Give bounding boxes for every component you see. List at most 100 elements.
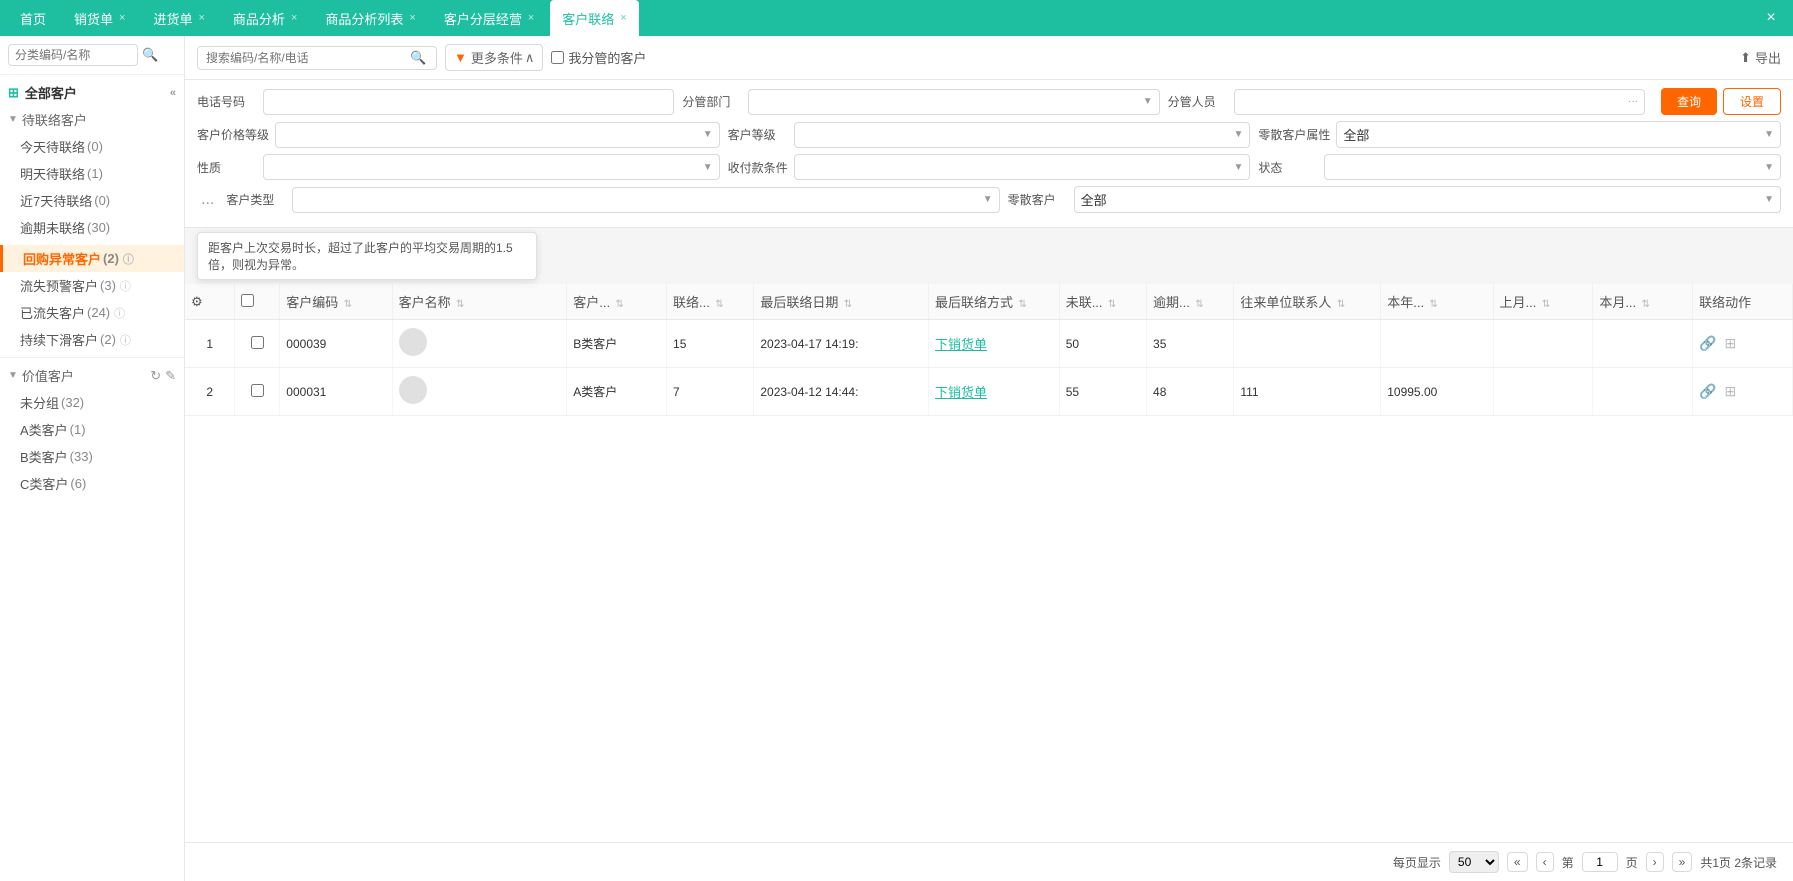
price-level-select[interactable]: ▼ xyxy=(275,122,720,148)
sidebar-search-input[interactable] xyxy=(8,44,138,66)
sidebar-item-declining[interactable]: 持续下滑客户(2) ⓘ xyxy=(0,326,184,353)
dept-select[interactable]: ▼ xyxy=(748,89,1159,115)
close-product-analysis-icon[interactable]: × xyxy=(291,12,297,24)
row-1-method-link[interactable]: 下销货单 xyxy=(935,337,987,352)
nav-customer-contact[interactable]: 客户联络 × xyxy=(550,0,638,36)
sort-date-icon[interactable]: ⇅ xyxy=(844,299,852,310)
search-input[interactable] xyxy=(206,51,406,65)
retail-attr-arrow-icon: ▼ xyxy=(1764,129,1774,140)
sort-this-month-icon[interactable]: ⇅ xyxy=(1642,299,1650,310)
nav-product-analysis[interactable]: 商品分析 × xyxy=(221,0,309,36)
sidebar-item-today[interactable]: 今天待联络(0) xyxy=(0,133,184,160)
sidebar-item-7days[interactable]: 近7天待联络(0) xyxy=(0,187,184,214)
page-input[interactable] xyxy=(1582,852,1618,872)
retail-customer-arrow-icon: ▼ xyxy=(1764,194,1774,205)
edit-icon[interactable]: ✎ xyxy=(165,368,176,384)
customer-type-select[interactable]: ▼ xyxy=(292,187,999,213)
sidebar-item-churned[interactable]: 已流失客户(24) ⓘ xyxy=(0,299,184,326)
payment-select[interactable]: ▼ xyxy=(794,154,1251,180)
row-2-method[interactable]: 下销货单 xyxy=(929,368,1060,416)
sidebar-item-overdue-contact[interactable]: 逾期未联络(30) xyxy=(0,214,184,241)
row-2-checkbox[interactable] xyxy=(251,384,264,397)
nav-purchase[interactable]: 进货单 × xyxy=(141,0,216,36)
per-page-select[interactable]: 50 100 200 xyxy=(1449,851,1499,873)
sort-last-month-icon[interactable]: ⇅ xyxy=(1542,299,1550,310)
filter-person: 分管人员 ··· xyxy=(1168,89,1645,115)
sidebar-item-class-a[interactable]: A类客户(1) xyxy=(0,416,184,443)
sort-code-icon[interactable]: ⇅ xyxy=(344,299,352,310)
row-2-method-link[interactable]: 下销货单 xyxy=(935,385,987,400)
nav-customer-tier[interactable]: 客户分层经营 × xyxy=(432,0,546,36)
price-level-arrow-icon: ▼ xyxy=(703,129,713,140)
row-2-check[interactable] xyxy=(235,368,280,416)
row-1-name xyxy=(392,320,567,368)
sort-year-icon[interactable]: ⇅ xyxy=(1429,299,1437,310)
close-sales-icon[interactable]: × xyxy=(119,12,125,24)
person-select[interactable]: ··· xyxy=(1234,89,1645,115)
sort-person-icon[interactable]: ⇅ xyxy=(1337,299,1345,310)
sort-contact-icon[interactable]: ⇅ xyxy=(715,299,723,310)
row-2-name xyxy=(392,368,567,416)
sort-name-icon[interactable]: ⇅ xyxy=(456,299,464,310)
settings-button[interactable]: 设置 xyxy=(1723,88,1781,115)
prev-page-button[interactable]: ‹ xyxy=(1536,852,1554,872)
status-select[interactable]: ▼ xyxy=(1324,154,1781,180)
sidebar-item-tomorrow[interactable]: 明天待联络(1) xyxy=(0,160,184,187)
customer-type-arrow-icon: ▼ xyxy=(983,194,993,205)
sidebar-group-pending-title[interactable]: ▼ 待联络客户 xyxy=(0,106,184,133)
retail-attr-select[interactable]: 全部 ▼ xyxy=(1336,121,1781,148)
my-customer-checkbox[interactable] xyxy=(551,51,564,64)
select-all-checkbox[interactable] xyxy=(241,294,254,307)
sort-type-icon[interactable]: ⇅ xyxy=(615,299,623,310)
col-header-overdue: 逾期... ⇅ xyxy=(1147,284,1234,320)
row-2-grid-icon[interactable]: ⊞ xyxy=(1725,383,1737,400)
filter-price-level: 客户价格等级 ▼ xyxy=(197,122,720,148)
col-header-checkbox[interactable] xyxy=(235,284,280,320)
row-1-method[interactable]: 下销货单 xyxy=(929,320,1060,368)
nav-sales[interactable]: 销货单 × xyxy=(62,0,137,36)
close-product-list-icon[interactable]: × xyxy=(409,12,415,24)
row-1-type: B类客户 xyxy=(567,320,667,368)
refresh-icon[interactable]: ↻ xyxy=(150,368,161,384)
close-customer-tier-icon[interactable]: × xyxy=(528,12,534,24)
sidebar-item-class-b[interactable]: B类客户(33) xyxy=(0,443,184,470)
col-header-unread: 未联... ⇅ xyxy=(1059,284,1146,320)
sidebar-item-churn-warning[interactable]: 流失预警客户(3) ⓘ xyxy=(0,272,184,299)
last-page-button[interactable]: » xyxy=(1672,852,1693,872)
nav-home[interactable]: 首页 xyxy=(8,0,58,36)
nav-product-list[interactable]: 商品分析列表 × xyxy=(313,0,427,36)
row-2-link-icon[interactable]: 🔗 xyxy=(1699,383,1716,400)
col-header-settings[interactable]: ⚙ xyxy=(185,284,235,320)
export-button[interactable]: ⬆ 导出 xyxy=(1740,48,1781,67)
sidebar-item-ungrouped[interactable]: 未分组(32) xyxy=(0,389,184,416)
customer-level-select[interactable]: ▼ xyxy=(794,122,1251,148)
sort-overdue-icon[interactable]: ⇅ xyxy=(1195,299,1203,310)
more-dots[interactable]: ... xyxy=(197,191,218,209)
gender-select[interactable]: ▼ xyxy=(263,154,720,180)
more-filter-button[interactable]: ▼ 更多条件 ∧ xyxy=(445,44,543,71)
sort-unread-icon[interactable]: ⇅ xyxy=(1108,299,1116,310)
row-2-contact: 7 xyxy=(667,368,754,416)
sidebar-item-abnormal-repurchase[interactable]: 回购异常客户(2) ⓘ xyxy=(0,245,184,272)
close-purchase-icon[interactable]: × xyxy=(198,12,204,24)
sidebar-all-customers[interactable]: ⊞ 全部客户 « xyxy=(0,75,184,106)
query-button[interactable]: 查询 xyxy=(1661,88,1717,115)
row-2-person: 111 xyxy=(1234,368,1381,416)
row-1-grid-icon[interactable]: ⊞ xyxy=(1725,335,1737,352)
sidebar-group-value-title[interactable]: ▼ 价值客户 ↻ ✎ xyxy=(0,362,184,389)
first-page-button[interactable]: « xyxy=(1507,852,1528,872)
sort-method-icon[interactable]: ⇅ xyxy=(1018,299,1026,310)
row-1-link-icon[interactable]: 🔗 xyxy=(1699,335,1716,352)
row-1-checkbox[interactable] xyxy=(251,336,264,349)
retail-customer-select[interactable]: 全部 ▼ xyxy=(1074,186,1781,213)
search-icon[interactable]: 🔍 xyxy=(410,50,426,66)
sidebar-collapse-icon[interactable]: « xyxy=(170,87,176,99)
sidebar-search-icon[interactable]: 🔍 xyxy=(142,47,158,63)
close-customer-contact-icon[interactable]: × xyxy=(620,12,626,24)
sidebar-item-class-c[interactable]: C类客户(6) xyxy=(0,470,184,497)
col-header-contact: 联络... ⇅ xyxy=(667,284,754,320)
next-page-button[interactable]: › xyxy=(1646,852,1664,872)
phone-input[interactable] xyxy=(263,89,674,115)
row-1-check[interactable] xyxy=(235,320,280,368)
close-all-button[interactable]: × xyxy=(1757,4,1785,32)
